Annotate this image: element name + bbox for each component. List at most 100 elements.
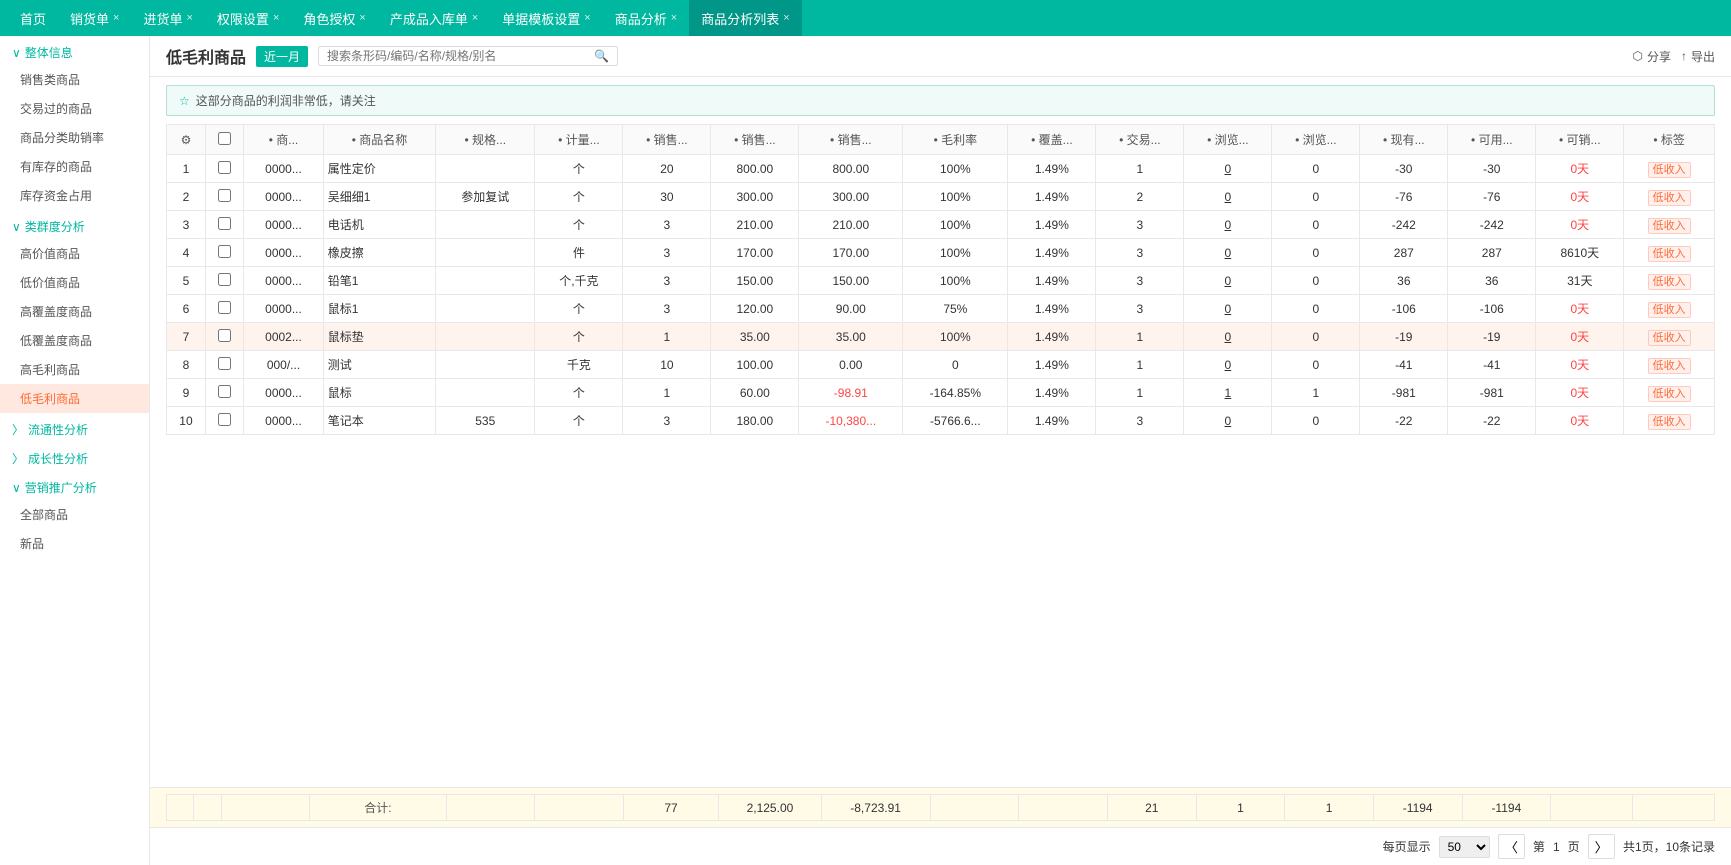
collapse-liquidity-icon[interactable]: 〉 [12, 421, 24, 438]
sidebar-item-in-stock-products[interactable]: 有库存的商品 [0, 152, 149, 181]
close-sales-order-icon[interactable]: × [113, 12, 119, 24]
nav-product-entry[interactable]: 产成品入库单 × [378, 0, 490, 36]
row-tag: 低收入 [1624, 267, 1715, 295]
nav-purchase-order[interactable]: 进货单 × [131, 0, 204, 36]
total-trade: 21 [1107, 795, 1196, 821]
row-view1[interactable]: 0 [1184, 407, 1272, 435]
nav-home[interactable]: 首页 [8, 0, 58, 36]
select-all-checkbox[interactable] [218, 132, 231, 145]
next-page-button[interactable]: 〉 [1588, 834, 1615, 859]
row-view1[interactable]: 0 [1184, 323, 1272, 351]
collapse-growth-icon[interactable]: 〉 [12, 450, 24, 467]
row-number: 8 [167, 351, 206, 379]
row-sales2: 35.00 [711, 323, 799, 351]
row-checkbox[interactable] [205, 211, 243, 239]
nav-product-analysis-list[interactable]: 商品分析列表 × [689, 0, 801, 36]
collapse-cluster-icon[interactable]: ∨ [12, 220, 21, 234]
sidebar-group-growth-label: 成长性分析 [28, 450, 88, 467]
row-spec [436, 239, 535, 267]
sidebar-item-traded-products[interactable]: 交易过的商品 [0, 94, 149, 123]
search-icon[interactable]: 🔍 [594, 49, 609, 63]
nav-sales-order[interactable]: 销货单 × [58, 0, 131, 36]
row-view1[interactable]: 0 [1184, 211, 1272, 239]
row-checkbox[interactable] [205, 267, 243, 295]
share-button[interactable]: ⬡ 分享 [1632, 48, 1671, 65]
col-checkbox-all[interactable] [205, 125, 243, 155]
table-row: 2 0000... 吴细细1 参加复试 个 30 300.00 300.00 1… [167, 183, 1715, 211]
row-view1[interactable]: 1 [1184, 379, 1272, 407]
export-button[interactable]: ↑ 导出 [1681, 48, 1715, 65]
sidebar-group-overall[interactable]: ∨ 整体信息 [0, 36, 149, 65]
total-view1: 1 [1196, 795, 1285, 821]
nav-template-settings[interactable]: 单据模板设置 × [490, 0, 602, 36]
row-view1[interactable]: 0 [1184, 267, 1272, 295]
sidebar-item-stock-capital[interactable]: 库存资金占用 [0, 181, 149, 210]
row-checkbox[interactable] [205, 407, 243, 435]
nav-permission-settings[interactable]: 权限设置 × [205, 0, 291, 36]
sidebar-group-marketing-label: 营销推广分析 [25, 479, 97, 496]
row-unit: 个 [535, 323, 623, 351]
page-size-select[interactable]: 50 100 200 [1439, 836, 1490, 858]
share-icon: ⬡ [1632, 49, 1642, 63]
sidebar-group-marketing[interactable]: ∨ 营销推广分析 [0, 471, 149, 500]
row-checkbox[interactable] [205, 183, 243, 211]
row-stock3: 0天 [1536, 351, 1624, 379]
row-checkbox[interactable] [205, 379, 243, 407]
col-settings[interactable]: ⚙ [167, 125, 206, 155]
row-checkbox[interactable] [205, 295, 243, 323]
nav-role-auth[interactable]: 角色授权 × [291, 0, 377, 36]
prev-page-button[interactable]: 〈 [1498, 834, 1525, 859]
row-code: 0000... [244, 239, 324, 267]
sidebar-item-sales-products[interactable]: 销售类商品 [0, 65, 149, 94]
close-permission-settings-icon[interactable]: × [273, 12, 279, 24]
close-purchase-order-icon[interactable]: × [186, 12, 192, 24]
sidebar-item-new-products[interactable]: 新品 [0, 529, 149, 558]
row-stock1: -22 [1360, 407, 1448, 435]
row-tag: 低收入 [1624, 155, 1715, 183]
row-stock1: -19 [1360, 323, 1448, 351]
sidebar-item-high-coverage[interactable]: 高覆盖度商品 [0, 297, 149, 326]
sidebar-item-low-coverage[interactable]: 低覆盖度商品 [0, 326, 149, 355]
sidebar-item-category-sales-rate[interactable]: 商品分类助销率 [0, 123, 149, 152]
notice-bar: ☆ 这部分商品的利润非常低，请关注 [166, 85, 1715, 116]
sidebar-group-cluster[interactable]: ∨ 类群度分析 [0, 210, 149, 239]
close-product-analysis-list-icon[interactable]: × [783, 12, 789, 24]
sidebar-item-high-value[interactable]: 高价值商品 [0, 239, 149, 268]
row-unit: 件 [535, 239, 623, 267]
row-name: 鼠标垫 [323, 323, 435, 351]
nav-product-analysis[interactable]: 商品分析 × [603, 0, 689, 36]
row-checkbox[interactable] [205, 323, 243, 351]
sidebar-group-liquidity[interactable]: 〉 流通性分析 [0, 413, 149, 442]
row-view2: 0 [1272, 323, 1360, 351]
row-view2: 0 [1272, 239, 1360, 267]
close-role-auth-icon[interactable]: × [359, 12, 365, 24]
close-product-analysis-icon[interactable]: × [671, 12, 677, 24]
row-checkbox[interactable] [205, 155, 243, 183]
close-template-settings-icon[interactable]: × [584, 12, 590, 24]
row-view1[interactable]: 0 [1184, 155, 1272, 183]
row-gross: 100% [903, 323, 1008, 351]
row-gross: 75% [903, 295, 1008, 323]
row-checkbox[interactable] [205, 239, 243, 267]
row-spec: 参加复试 [436, 183, 535, 211]
row-view1[interactable]: 0 [1184, 351, 1272, 379]
row-view1[interactable]: 0 [1184, 183, 1272, 211]
collapse-overall-icon[interactable]: ∨ [12, 46, 21, 60]
col-sales1: • 销售... [623, 125, 711, 155]
sidebar-item-high-margin[interactable]: 高毛利商品 [0, 355, 149, 384]
row-coverage: 1.49% [1008, 239, 1096, 267]
sidebar-group-growth[interactable]: 〉 成长性分析 [0, 442, 149, 471]
row-view1[interactable]: 0 [1184, 239, 1272, 267]
col-view1: • 浏览... [1184, 125, 1272, 155]
row-view1[interactable]: 0 [1184, 295, 1272, 323]
row-coverage: 1.49% [1008, 183, 1096, 211]
sidebar-item-low-margin[interactable]: 低毛利商品 [0, 384, 149, 413]
period-button[interactable]: 近一月 [256, 46, 308, 67]
collapse-marketing-icon[interactable]: ∨ [12, 481, 21, 495]
row-sales2: 150.00 [711, 267, 799, 295]
search-input[interactable] [327, 49, 594, 63]
close-product-entry-icon[interactable]: × [472, 12, 478, 24]
row-checkbox[interactable] [205, 351, 243, 379]
sidebar-item-all-products[interactable]: 全部商品 [0, 500, 149, 529]
sidebar-item-low-value[interactable]: 低价值商品 [0, 268, 149, 297]
